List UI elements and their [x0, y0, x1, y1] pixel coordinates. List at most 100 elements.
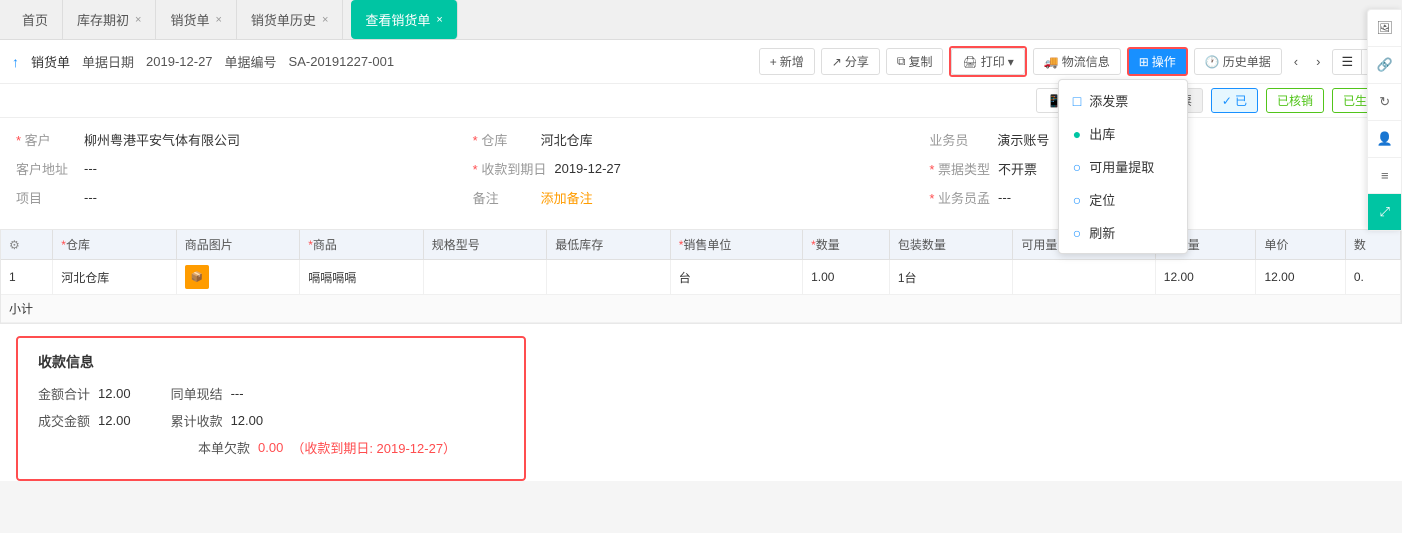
refresh-item[interactable]: ○ 刷新	[1059, 216, 1187, 249]
ticket-label: 票据类型	[929, 159, 990, 178]
confirmed-btn[interactable]: ✓ 已	[1211, 88, 1258, 113]
tab-history[interactable]: 销货单历史 ×	[237, 0, 343, 39]
prev-nav-btn[interactable]: ‹	[1288, 50, 1304, 73]
address-group: 客户地址 ---	[16, 159, 473, 178]
table-header: ⚙ *仓库 商品图片 *商品 规格型号 最低库存 *销售单位 *数量 包装数量 …	[1, 230, 1401, 260]
tab-view-sales[interactable]: 查看销货单 ×	[351, 0, 457, 39]
payment-title: 收款信息	[38, 352, 504, 372]
list-view-btn[interactable]: ☰	[1333, 50, 1362, 74]
extract-available-item[interactable]: ○ 可用量提取	[1059, 150, 1187, 183]
close-view-sales-tab[interactable]: ×	[436, 14, 442, 26]
close-sales-tab[interactable]: ×	[215, 14, 221, 26]
balance-label: 本单欠款	[198, 438, 250, 457]
doc-date-label: 单据日期	[82, 52, 134, 71]
address-label: 客户地址	[16, 159, 76, 178]
table-row: 1 河北仓库 📦 嗝嗝嗝嗝 台 1.00 1台 12.00 12.00 0.	[1, 260, 1401, 295]
col-warehouse: *仓库	[53, 230, 176, 260]
sidebar-data-btn[interactable]: ≡	[1368, 158, 1401, 194]
sidebar-img-btn[interactable]: 🖼	[1368, 10, 1401, 47]
operation-btn[interactable]: ⊞ 操作	[1127, 47, 1188, 76]
sidebar-expand-btn[interactable]: ⤢	[1368, 194, 1401, 230]
verified-badge[interactable]: 已核销	[1266, 88, 1324, 113]
add-invoice-item[interactable]: □ 添发票	[1059, 84, 1187, 117]
share-icon: ↗	[832, 55, 842, 69]
form-area: 客户 柳州粤港平安气体有限公司 仓库 河北仓库 业务员 演示账号 客户地址 --…	[0, 118, 1402, 229]
history-icon: 🕐	[1205, 55, 1220, 69]
project-label: 项目	[16, 188, 76, 207]
second-toolbar: 📱 来自手机 未开票 ✓ 已 已核销 已生效	[0, 84, 1402, 118]
amount-total-value: 12.00	[98, 386, 131, 401]
row-min-stock	[547, 260, 670, 295]
locate-item[interactable]: ○ 定位	[1059, 183, 1187, 216]
col-image: 商品图片	[176, 230, 299, 260]
warehouse-label: 仓库	[473, 130, 533, 149]
close-history-tab[interactable]: ×	[322, 14, 328, 26]
tab-inventory[interactable]: 库存期初 ×	[63, 0, 156, 39]
due-date-value: 2019-12-27	[554, 161, 621, 176]
outbound-icon: ●	[1073, 126, 1081, 142]
history-btn[interactable]: 🕐 历史单据	[1194, 48, 1282, 75]
payment-row-1: 金额合计 12.00 同单现结 ---	[38, 384, 504, 403]
share-btn[interactable]: ↗ 分享	[821, 48, 880, 75]
doc-title: 销货单	[31, 52, 70, 71]
staff2-label: 业务员孟	[929, 188, 990, 207]
product-thumbnail: 📦	[185, 265, 209, 289]
subtotal-row: 小计	[1, 295, 1401, 323]
due-date-group: 收款到期日 2019-12-27	[473, 159, 930, 178]
add-btn[interactable]: + 新增	[759, 48, 815, 75]
note-group: 备注 添加备注	[473, 188, 930, 207]
cumulative-label: 累计收款	[171, 411, 223, 430]
note-label: 备注	[473, 188, 533, 207]
invoice-icon: □	[1073, 93, 1081, 109]
address-value: ---	[84, 161, 97, 176]
ticket-value: 不开票	[998, 159, 1037, 178]
add-note-btn[interactable]: 添加备注	[541, 188, 593, 207]
next-nav-btn[interactable]: ›	[1310, 50, 1326, 73]
logistics-btn[interactable]: 🚚 物流信息	[1033, 48, 1121, 75]
col-unit-price: 单价	[1256, 230, 1345, 260]
copy-btn[interactable]: ⧉ 复制	[886, 48, 944, 75]
row-current-stock: 12.00	[1155, 260, 1256, 295]
doc-info: ↑ 销货单 单据日期 2019-12-27 单据编号 SA-20191227-0…	[12, 52, 759, 71]
product-table-wrapper: ⚙ *仓库 商品图片 *商品 规格型号 最低库存 *销售单位 *数量 包装数量 …	[0, 229, 1402, 324]
add-icon: +	[770, 55, 777, 69]
same-order-label: 同单现结	[171, 384, 223, 403]
doc-date-value: 2019-12-27	[146, 54, 213, 69]
tab-home[interactable]: 首页	[8, 0, 63, 39]
extract-icon: ○	[1073, 159, 1081, 175]
payment-row-3: 本单欠款 0.00 （收款到期日: 2019-12-27）	[38, 438, 504, 457]
settings-icon[interactable]: ⚙	[9, 238, 20, 252]
refresh-icon: ○	[1073, 225, 1081, 241]
overdue-note: （收款到期日: 2019-12-27）	[291, 438, 456, 457]
same-order-item: 同单现结 ---	[171, 384, 244, 403]
customer-label: 客户	[16, 130, 76, 149]
staff-value: 演示账号	[997, 130, 1049, 149]
warehouse-group: 仓库 河北仓库	[473, 130, 930, 149]
tab-sales[interactable]: 销货单 ×	[156, 0, 236, 39]
doc-number-label: 单据编号	[225, 52, 277, 71]
print-dropdown-icon: ▾	[1008, 55, 1014, 69]
col-product: *商品	[300, 230, 423, 260]
warehouse-value: 河北仓库	[541, 130, 593, 149]
operation-icon: ⊞	[1139, 55, 1149, 69]
logistics-icon: 🚚	[1044, 55, 1059, 69]
col-spec: 规格型号	[423, 230, 546, 260]
right-sidebar: 🖼 🔗 ↻ 👤 ≡ ⤢	[1367, 9, 1402, 231]
doc-type-icon: ↑	[12, 54, 19, 70]
col-gear: ⚙	[1, 230, 53, 260]
print-btn[interactable]: 🖨 打印 ▾	[951, 48, 1024, 75]
tab-bar: 首页 库存期初 × 销货单 × 销货单历史 × 查看销货单 × ×	[0, 0, 1402, 40]
row-unit-price: 12.00	[1256, 260, 1345, 295]
amount-total-item: 金额合计 12.00	[38, 384, 131, 403]
outbound-item[interactable]: ● 出库	[1059, 117, 1187, 150]
sidebar-link-btn[interactable]: 🔗	[1368, 47, 1401, 84]
row-index: 1	[1, 260, 53, 295]
balance-item: 本单欠款 0.00 （收款到期日: 2019-12-27）	[198, 438, 456, 457]
sidebar-user-btn[interactable]: 👤	[1368, 121, 1401, 158]
project-group: 项目 ---	[16, 188, 473, 207]
row-qty: 1.00	[803, 260, 890, 295]
locate-icon: ○	[1073, 192, 1081, 208]
row-pack-qty: 1台	[889, 260, 1012, 295]
sidebar-refresh-btn[interactable]: ↻	[1368, 84, 1401, 121]
close-inventory-tab[interactable]: ×	[135, 14, 141, 26]
